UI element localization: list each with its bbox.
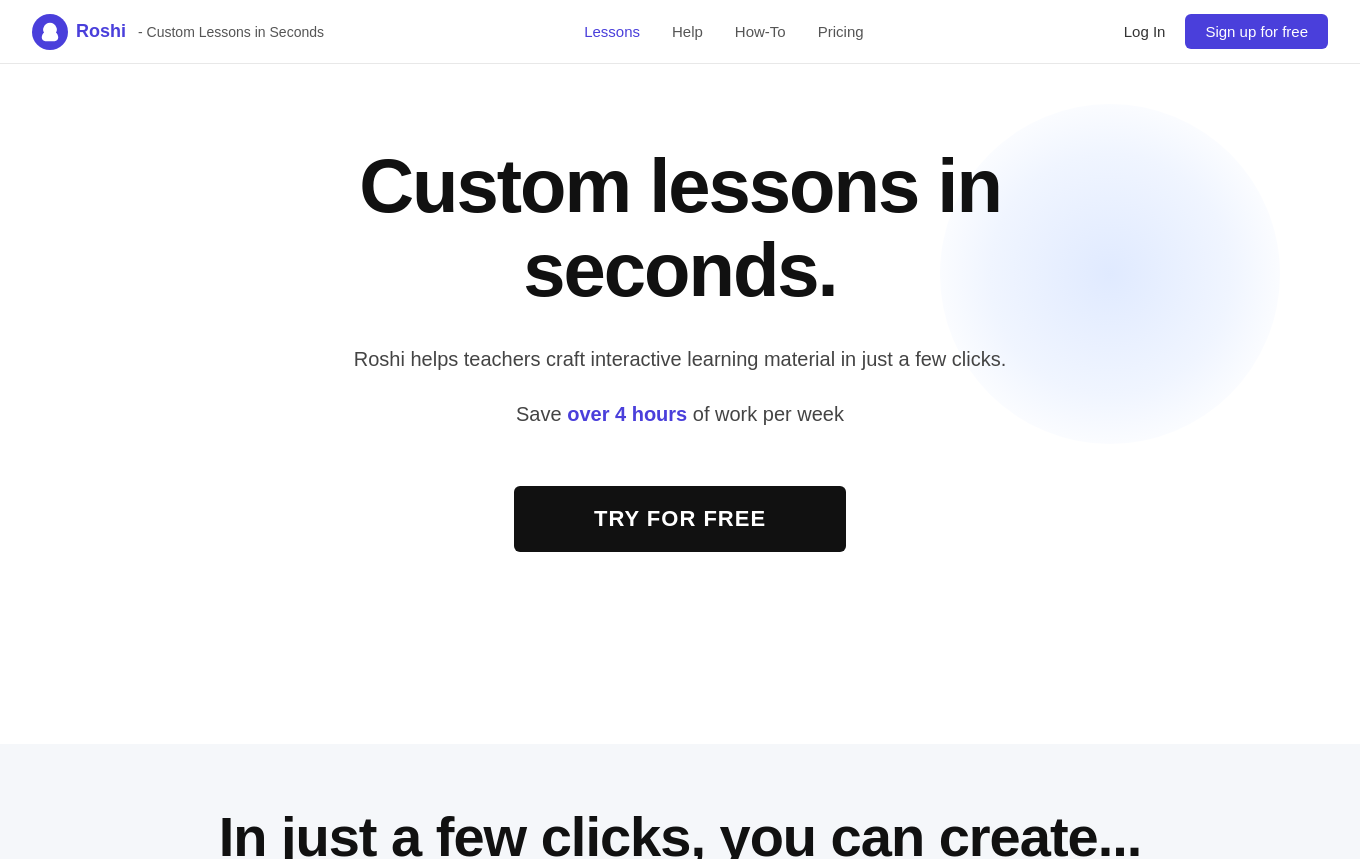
nav-right: Log In Sign up for free	[1124, 14, 1328, 49]
brand-logo	[32, 14, 68, 50]
nav-link-help[interactable]: Help	[672, 23, 703, 40]
hero-save-text: Save over 4 hours of work per week	[354, 403, 1007, 426]
bottom-title: In just a few clicks, you can create...	[32, 804, 1328, 859]
hero-cta-button[interactable]: TRY FOR FREE	[514, 486, 846, 552]
nav-link-pricing[interactable]: Pricing	[818, 23, 864, 40]
brand[interactable]: Roshi - Custom Lessons in Seconds	[32, 14, 324, 50]
hero-title-line2: seconds.	[523, 227, 836, 312]
hero-section: Custom lessons in seconds. Roshi helps t…	[0, 64, 1360, 744]
hero-save-prefix: Save	[516, 403, 567, 425]
hero-save-highlight: over 4 hours	[567, 403, 687, 425]
hero-save-suffix: of work per week	[687, 403, 844, 425]
brand-logo-icon	[39, 21, 61, 43]
navbar: Roshi - Custom Lessons in Seconds Lesson…	[0, 0, 1360, 64]
signup-button[interactable]: Sign up for free	[1185, 14, 1328, 49]
hero-content: Custom lessons in seconds. Roshi helps t…	[354, 144, 1007, 552]
brand-name: Roshi	[76, 21, 126, 42]
nav-links: Lessons Help How-To Pricing	[584, 23, 863, 40]
brand-tagline: - Custom Lessons in Seconds	[138, 24, 324, 40]
hero-subtitle: Roshi helps teachers craft interactive l…	[354, 343, 1007, 375]
login-link[interactable]: Log In	[1124, 23, 1166, 40]
nav-link-lessons[interactable]: Lessons	[584, 23, 640, 40]
nav-link-howto[interactable]: How-To	[735, 23, 786, 40]
bottom-section: In just a few clicks, you can create...	[0, 744, 1360, 859]
hero-title: Custom lessons in seconds.	[354, 144, 1007, 311]
hero-title-line1: Custom lessons in	[359, 143, 1001, 228]
